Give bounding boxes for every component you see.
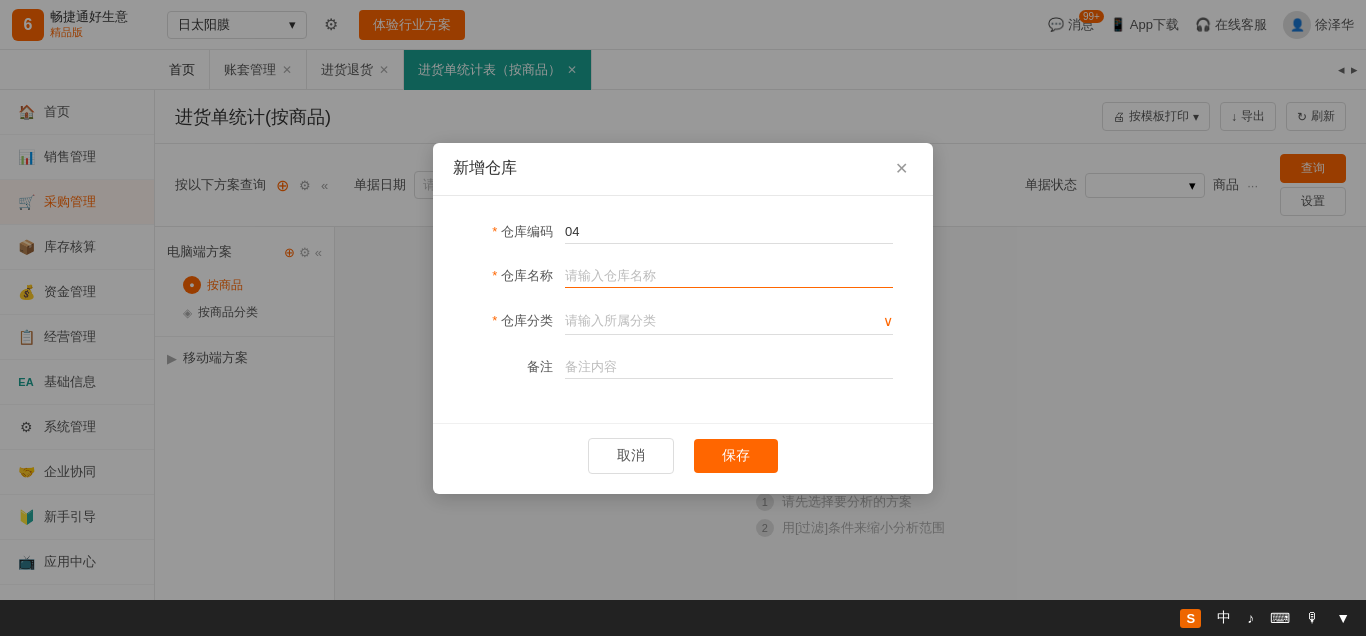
warehouse-note-input[interactable] (565, 355, 893, 379)
form-row-category: 仓库分类 请输入所属分类 ∨ (473, 308, 893, 335)
dialog-title: 新增仓库 (453, 158, 517, 179)
dialog-header: 新增仓库 ✕ (433, 143, 933, 196)
cancel-button[interactable]: 取消 (588, 438, 674, 474)
code-label: 仓库编码 (473, 223, 553, 241)
bottom-lang-icon[interactable]: 中 (1217, 609, 1231, 627)
note-label: 备注 (473, 358, 553, 376)
new-warehouse-dialog: 新增仓库 ✕ 仓库编码 仓库名称 仓库分类 (433, 143, 933, 494)
bottom-bar: S 中 ♪ ⌨ 🎙 ▼ (0, 600, 1366, 636)
save-button[interactable]: 保存 (694, 439, 778, 473)
form-row-note: 备注 (473, 355, 893, 379)
warehouse-code-input[interactable] (565, 220, 893, 244)
bottom-mic-icon[interactable]: 🎙 (1306, 610, 1320, 626)
warehouse-category-select[interactable]: 请输入所属分类 ∨ (565, 308, 893, 335)
bottom-music-icon[interactable]: ♪ (1247, 610, 1254, 626)
name-label: 仓库名称 (473, 267, 553, 285)
s-logo: S (1180, 609, 1201, 628)
category-dropdown-icon: ∨ (883, 313, 893, 329)
warehouse-name-input[interactable] (565, 264, 893, 288)
bottom-collapse-icon[interactable]: ▼ (1336, 610, 1350, 626)
bottom-keyboard-icon[interactable]: ⌨ (1270, 610, 1290, 626)
category-select-placeholder: 请输入所属分类 (565, 312, 656, 330)
modal-overlay: 新增仓库 ✕ 仓库编码 仓库名称 仓库分类 (0, 0, 1366, 636)
form-row-name: 仓库名称 (473, 264, 893, 288)
dialog-footer: 取消 保存 (433, 423, 933, 494)
category-label: 仓库分类 (473, 312, 553, 330)
dialog-body: 仓库编码 仓库名称 仓库分类 请输入所属分类 ∨ (433, 196, 933, 423)
form-row-code: 仓库编码 (473, 220, 893, 244)
dialog-close-button[interactable]: ✕ (889, 157, 913, 181)
